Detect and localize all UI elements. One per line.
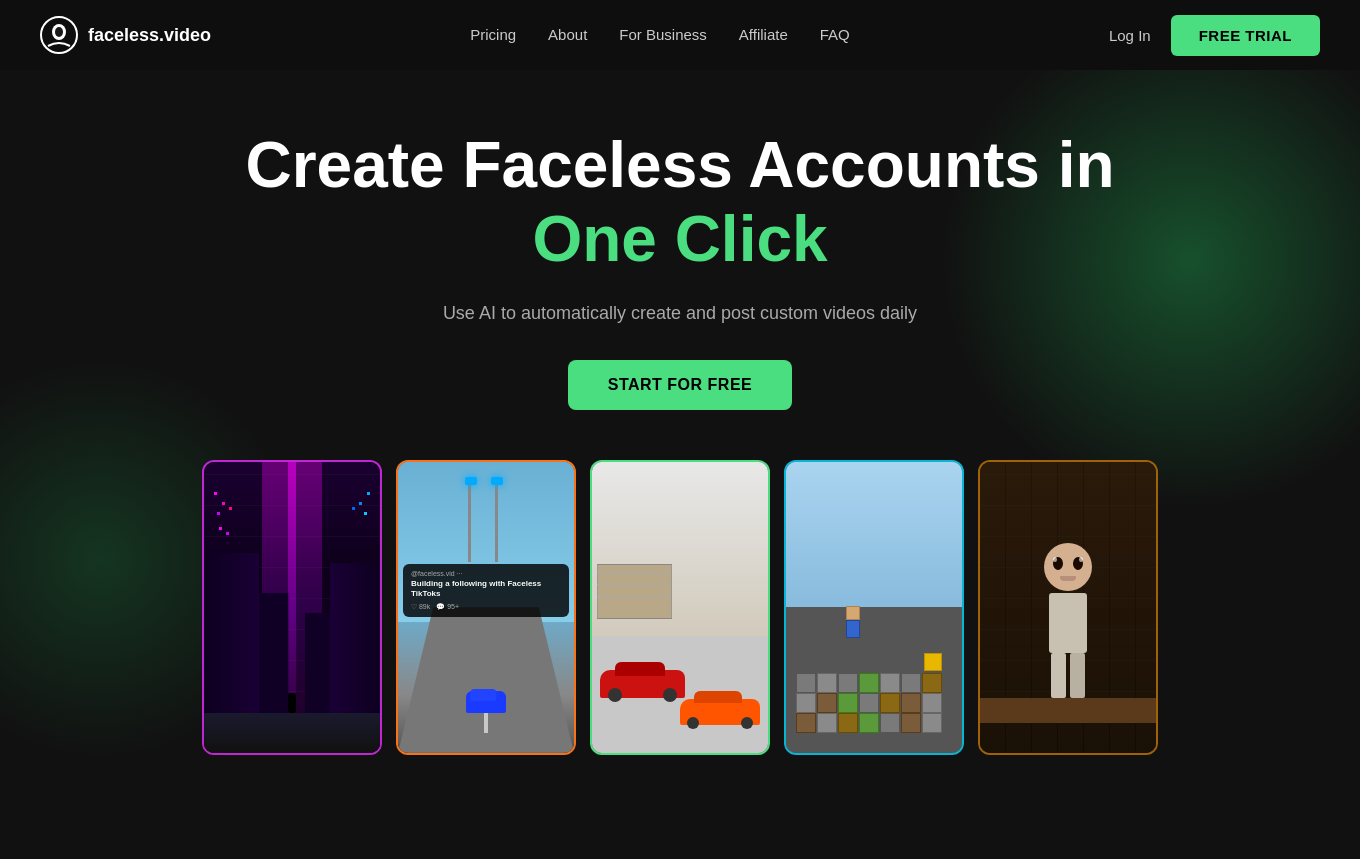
- nav-faq[interactable]: FAQ: [820, 26, 850, 43]
- nav-right: Log In FREE TRIAL: [1109, 15, 1320, 56]
- hero-title-line1: Create Faceless Accounts in: [245, 130, 1114, 200]
- start-for-free-button[interactable]: START FOR FREE: [568, 360, 792, 410]
- video-card-minecraft[interactable]: [784, 460, 964, 755]
- logo-icon: [40, 16, 78, 54]
- nav-affiliate[interactable]: Affiliate: [739, 26, 788, 43]
- video-card-cyberpunk[interactable]: [202, 460, 382, 755]
- logo-link[interactable]: faceless.video: [40, 16, 211, 54]
- card2-handle: @faceless.vid ···: [411, 570, 561, 577]
- video-card-car-track[interactable]: @faceless.vid ··· Building a following w…: [396, 460, 576, 755]
- hero-content: Create Faceless Accounts in One Click Us…: [245, 130, 1114, 410]
- free-trial-button[interactable]: FREE TRIAL: [1171, 15, 1320, 56]
- card2-overlay-title: Building a following with Faceless TikTo…: [411, 579, 561, 600]
- nav-for-business[interactable]: For Business: [619, 26, 707, 43]
- hero-title-line2: One Click: [245, 204, 1114, 274]
- svg-point-2: [55, 27, 63, 37]
- video-card-lambos[interactable]: [590, 460, 770, 755]
- card2-comments: 💬 95+: [436, 603, 459, 611]
- login-button[interactable]: Log In: [1109, 27, 1151, 44]
- video-grid: @faceless.vid ··· Building a following w…: [202, 460, 1158, 755]
- nav-about[interactable]: About: [548, 26, 587, 43]
- navbar: faceless.video Pricing About For Busines…: [0, 0, 1360, 70]
- video-card-creepy-child[interactable]: [978, 460, 1158, 755]
- hero-section: Create Faceless Accounts in One Click Us…: [0, 70, 1360, 859]
- nav-links: Pricing About For Business Affiliate FAQ: [470, 26, 850, 44]
- card2-likes: ♡ 89k: [411, 603, 430, 611]
- logo-text: faceless.video: [88, 25, 211, 46]
- hero-subtitle: Use AI to automatically create and post …: [245, 303, 1114, 324]
- nav-pricing[interactable]: Pricing: [470, 26, 516, 43]
